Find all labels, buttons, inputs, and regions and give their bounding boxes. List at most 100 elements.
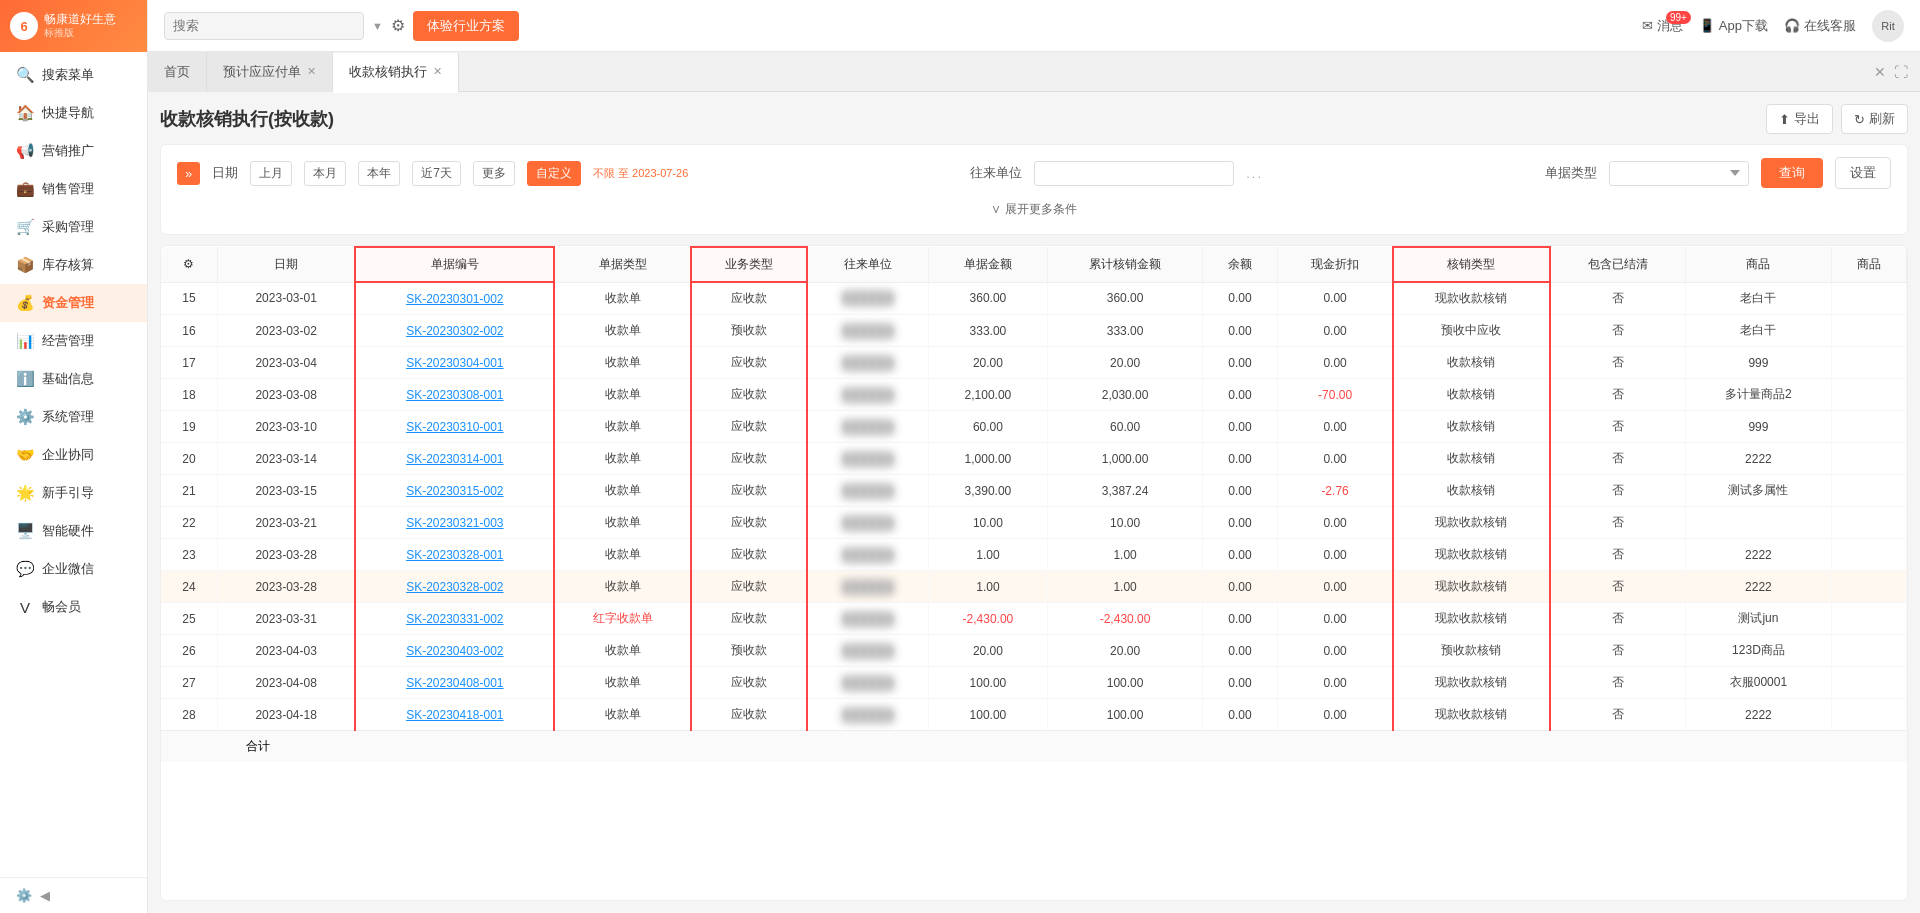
cell-voucher_no[interactable]: SK-20230314-001 xyxy=(355,443,554,475)
search-input[interactable] xyxy=(164,12,364,40)
table-container[interactable]: ⚙日期单据编号单据类型业务类型往来单位单据金额累计核销金额余额现金折扣核销类型包… xyxy=(161,246,1907,900)
user-avatar[interactable]: Rit xyxy=(1872,10,1904,42)
cell-voucher_no[interactable]: SK-20230302-002 xyxy=(355,315,554,347)
last-month-btn[interactable]: 上月 xyxy=(250,161,292,186)
sidebar-item-sales[interactable]: 💼销售管理 xyxy=(0,170,147,208)
col-header-cash_discount[interactable]: 现金折扣 xyxy=(1277,247,1393,282)
col-header-biz_type[interactable]: 业务类型 xyxy=(691,247,808,282)
cell-writeoff_type: 现款收款核销 xyxy=(1393,282,1550,315)
table-row[interactable]: 202023-03-14SK-20230314-001收款单应收款██████1… xyxy=(161,443,1907,475)
collapse-icon[interactable]: ◀ xyxy=(40,888,50,903)
cell-voucher_no[interactable]: SK-20230304-001 xyxy=(355,347,554,379)
close-all-tabs-btn[interactable]: ✕ xyxy=(1874,64,1886,80)
col-header-product[interactable]: 商品 xyxy=(1685,247,1831,282)
cell-voucher_no[interactable]: SK-20230321-003 xyxy=(355,507,554,539)
partner-input[interactable] xyxy=(1034,161,1234,186)
table-row[interactable]: 242023-03-28SK-20230328-002收款单应收款██████1… xyxy=(161,571,1907,603)
more-date-btn[interactable]: 更多 xyxy=(473,161,515,186)
sidebar-item-system[interactable]: ⚙️系统管理 xyxy=(0,398,147,436)
setting-button[interactable]: 设置 xyxy=(1835,157,1891,189)
sidebar-item-inventory[interactable]: 📦库存核算 xyxy=(0,246,147,284)
sidebar-item-quick[interactable]: 🏠快捷导航 xyxy=(0,94,147,132)
tab-close-collection[interactable]: ✕ xyxy=(433,65,442,78)
cell-writeoff_type: 现款收款核销 xyxy=(1393,603,1550,635)
cell-product: 2222 xyxy=(1685,539,1831,571)
tab-close-payable[interactable]: ✕ xyxy=(307,65,316,78)
col-header-writeoff_type[interactable]: 核销类型 xyxy=(1393,247,1550,282)
sidebar-item-guide[interactable]: 🌟新手引导 xyxy=(0,474,147,512)
table-row[interactable]: 272023-04-08SK-20230408-001收款单应收款██████1… xyxy=(161,667,1907,699)
query-button[interactable]: 查询 xyxy=(1761,158,1823,188)
cell-product2 xyxy=(1831,635,1906,667)
tab-home[interactable]: 首页 xyxy=(148,52,207,92)
cell-voucher_no[interactable]: SK-20230315-002 xyxy=(355,475,554,507)
sidebar-item-corp[interactable]: 🤝企业协同 xyxy=(0,436,147,474)
tabbar-actions: ✕⛶ xyxy=(1874,64,1920,80)
col-header-product2[interactable]: 商品 xyxy=(1831,247,1906,282)
voucher-type-select[interactable] xyxy=(1609,161,1749,186)
table-row[interactable]: 162023-03-02SK-20230302-002收款单预收款██████3… xyxy=(161,315,1907,347)
table-row[interactable]: 192023-03-10SK-20230310-001收款单应收款██████6… xyxy=(161,411,1907,443)
tab-payable[interactable]: 预计应应付单✕ xyxy=(207,52,333,92)
table-row[interactable]: 172023-03-04SK-20230304-001收款单应收款██████2… xyxy=(161,347,1907,379)
hardware-icon: 🖥️ xyxy=(16,522,34,540)
expand-more-btn[interactable]: ∨ 展开更多条件 xyxy=(177,197,1891,222)
sidebar-label-member: 畅会员 xyxy=(42,598,81,616)
cell-voucher_no[interactable]: SK-20230403-002 xyxy=(355,635,554,667)
cell-voucher_no[interactable]: SK-20230328-001 xyxy=(355,539,554,571)
settings-icon[interactable]: ⚙️ xyxy=(16,888,32,903)
sidebar-item-finance[interactable]: 💰资金管理 xyxy=(0,284,147,322)
custom-date-btn[interactable]: 自定义 xyxy=(527,161,581,186)
cell-voucher_no[interactable]: SK-20230310-001 xyxy=(355,411,554,443)
col-header-voucher_type[interactable]: 单据类型 xyxy=(554,247,691,282)
sidebar-item-search[interactable]: 🔍搜索菜单 xyxy=(0,56,147,94)
sidebar-item-member[interactable]: V畅会员 xyxy=(0,588,147,626)
cell-voucher_no[interactable]: SK-20230328-002 xyxy=(355,571,554,603)
col-header-balance[interactable]: 余额 xyxy=(1203,247,1278,282)
sidebar-item-hardware[interactable]: 🖥️智能硬件 xyxy=(0,512,147,550)
table-row[interactable]: 152023-03-01SK-20230301-002收款单应收款██████3… xyxy=(161,282,1907,315)
cell-amount: 10.00 xyxy=(928,507,1047,539)
cell-writeoff_type: 现款收款核销 xyxy=(1393,571,1550,603)
app-download-button[interactable]: 📱 App下载 xyxy=(1699,17,1768,35)
tab-collection[interactable]: 收款核销执行✕ xyxy=(333,53,459,93)
fullscreen-btn[interactable]: ⛶ xyxy=(1894,64,1908,80)
table-row[interactable]: 222023-03-21SK-20230321-003收款单应收款██████1… xyxy=(161,507,1907,539)
cell-voucher_no[interactable]: SK-20230308-001 xyxy=(355,379,554,411)
cell-voucher_no[interactable]: SK-20230408-001 xyxy=(355,667,554,699)
cell-voucher_no[interactable]: SK-20230331-002 xyxy=(355,603,554,635)
col-header-voucher_no[interactable]: 单据编号 xyxy=(355,247,554,282)
message-button[interactable]: ✉ 消息 99+ xyxy=(1642,17,1683,35)
sidebar-bottom[interactable]: ⚙️ ◀ xyxy=(0,877,147,913)
table-row[interactable]: 262023-04-03SK-20230403-002收款单预收款██████2… xyxy=(161,635,1907,667)
col-header-date[interactable]: 日期 xyxy=(217,247,355,282)
col-header-include_settled[interactable]: 包含已结清 xyxy=(1550,247,1686,282)
sidebar-item-basic[interactable]: ℹ️基础信息 xyxy=(0,360,147,398)
solution-button[interactable]: 体验行业方案 xyxy=(413,11,519,41)
online-service-button[interactable]: 🎧 在线客服 xyxy=(1784,17,1856,35)
cell-voucher_no[interactable]: SK-20230301-002 xyxy=(355,282,554,315)
page-content: 收款核销执行(按收款) ⬆ 导出 ↻ 刷新 » 日期 上月 本月 本年 近7天 xyxy=(148,92,1920,913)
sidebar-item-wechat[interactable]: 💬企业微信 xyxy=(0,550,147,588)
table-row[interactable]: 252023-03-31SK-20230331-002红字收款单应收款█████… xyxy=(161,603,1907,635)
gear-icon[interactable]: ⚙ xyxy=(391,16,405,35)
table-row[interactable]: 182023-03-08SK-20230308-001收款单应收款██████2… xyxy=(161,379,1907,411)
table-row[interactable]: 282023-04-18SK-20230418-001收款单应收款██████1… xyxy=(161,699,1907,731)
filter-toggle-btn[interactable]: » xyxy=(177,162,200,185)
cell-amount: 333.00 xyxy=(928,315,1047,347)
col-header-write_off[interactable]: 累计核销金额 xyxy=(1048,247,1203,282)
export-button[interactable]: ⬆ 导出 xyxy=(1766,104,1833,134)
sidebar-item-marketing[interactable]: 📢营销推广 xyxy=(0,132,147,170)
table-row[interactable]: 212023-03-15SK-20230315-002收款单应收款██████3… xyxy=(161,475,1907,507)
sidebar-item-operations[interactable]: 📊经营管理 xyxy=(0,322,147,360)
table-row[interactable]: 232023-03-28SK-20230328-001收款单应收款██████1… xyxy=(161,539,1907,571)
cell-voucher_no[interactable]: SK-20230418-001 xyxy=(355,699,554,731)
sidebar-item-purchase[interactable]: 🛒采购管理 xyxy=(0,208,147,246)
col-header-settings[interactable]: ⚙ xyxy=(161,247,217,282)
this-month-btn[interactable]: 本月 xyxy=(304,161,346,186)
col-header-amount[interactable]: 单据金额 xyxy=(928,247,1047,282)
refresh-button[interactable]: ↻ 刷新 xyxy=(1841,104,1908,134)
this-year-btn[interactable]: 本年 xyxy=(358,161,400,186)
recent-7days-btn[interactable]: 近7天 xyxy=(412,161,461,186)
col-header-partner[interactable]: 往来单位 xyxy=(807,247,928,282)
